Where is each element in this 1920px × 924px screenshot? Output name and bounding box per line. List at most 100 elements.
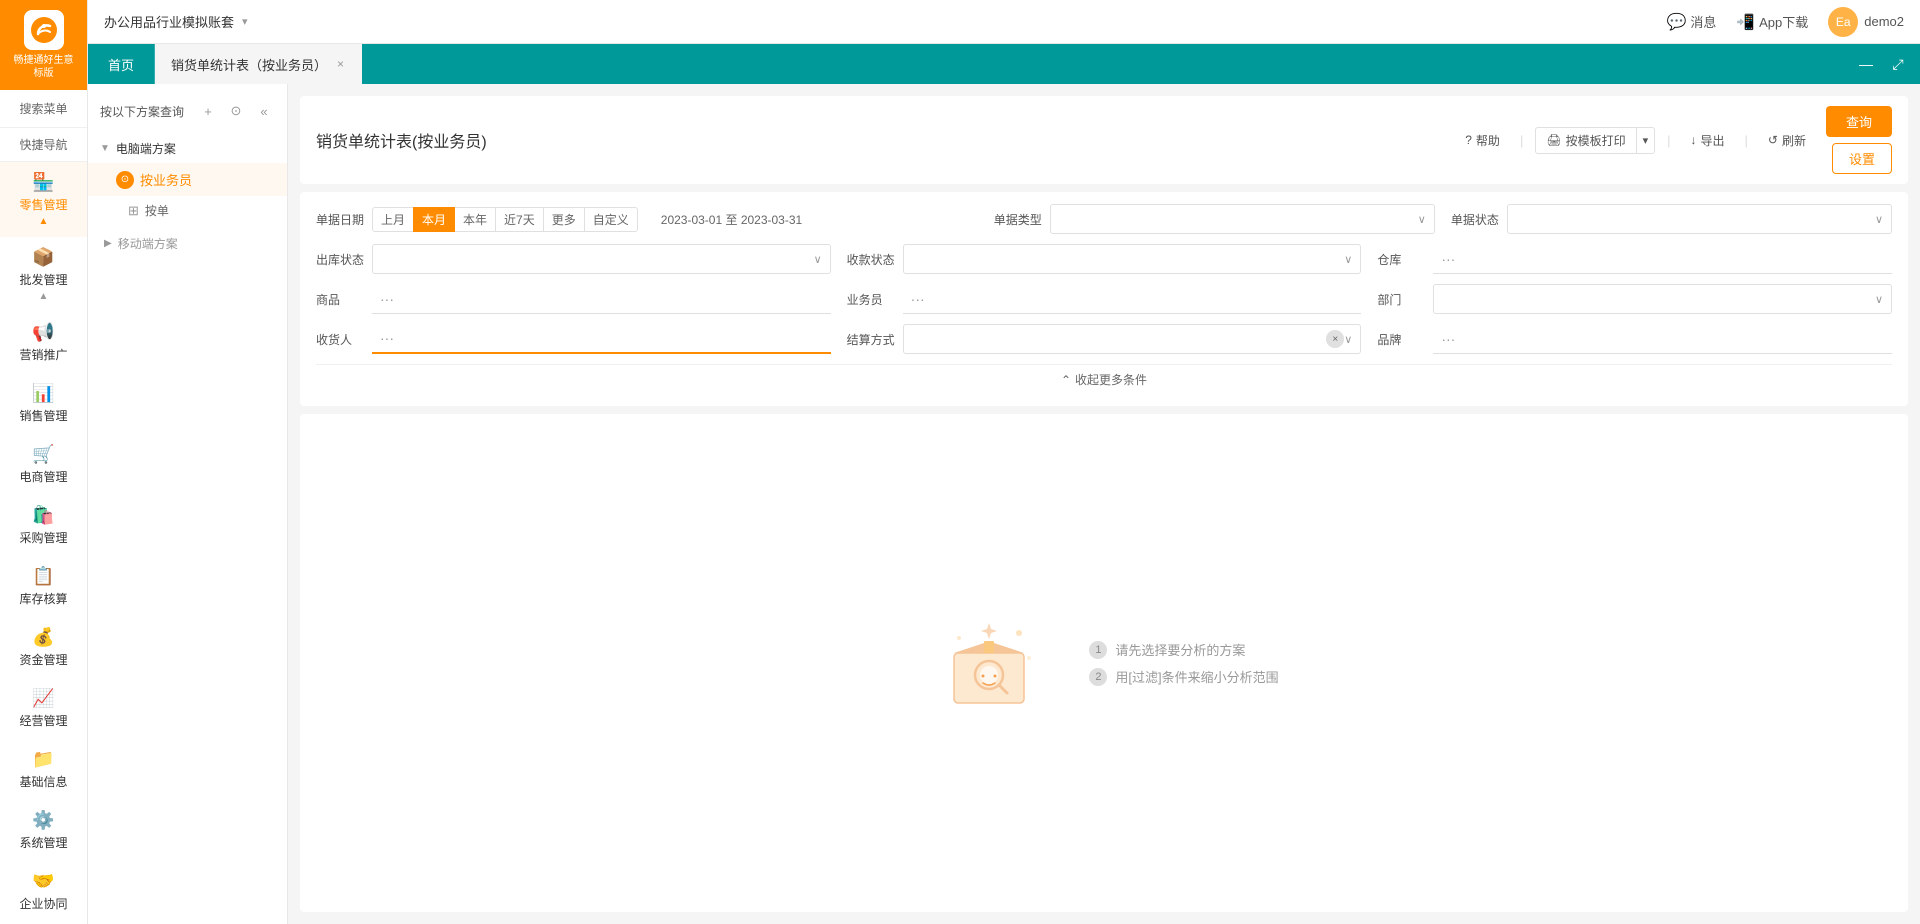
sidebar-item-marketing[interactable]: 📢 营销推广 (0, 312, 87, 373)
page-title-row: 销货单统计表(按业务员) ? 帮助 | 🖨 按模板打印 ▾ | (300, 96, 1908, 184)
system-icon: ⚙️ (32, 810, 54, 831)
warehouse-dots[interactable]: ··· (1437, 251, 1459, 267)
consignee-input[interactable]: ··· (372, 324, 831, 354)
refresh-btn[interactable]: ↺ 刷新 (1760, 128, 1814, 153)
workspace-title: 办公用品行业模拟账套 (104, 12, 234, 31)
workspace-dropdown[interactable]: ▾ (242, 15, 248, 28)
sidebar-item-ecommerce-label: 电商管理 (19, 468, 67, 485)
message-label: 消息 (1690, 12, 1716, 31)
panel-settings-btn[interactable]: ⊙ (225, 100, 247, 122)
retail-expand-arrow: ▲ (39, 216, 49, 227)
query-btn[interactable]: 查询 (1826, 106, 1892, 137)
app-logo[interactable]: 畅捷通好生意 标版 (0, 0, 87, 90)
panel-header-title: 按以下方案查询 (100, 103, 184, 120)
date-tab-this-month[interactable]: 本月 (413, 207, 455, 232)
download-icon: 📲 (1736, 13, 1755, 31)
filter-warehouse-field: 仓库 ··· (1377, 244, 1892, 274)
tab-home[interactable]: 首页 (88, 44, 155, 84)
date-tab-last-month[interactable]: 上月 (372, 207, 414, 232)
collapse-btn[interactable]: ⌃ 收起更多条件 (316, 364, 1892, 394)
export-btn[interactable]: ↓ 导出 (1683, 128, 1733, 153)
tree-item-salesperson[interactable]: ⊙ 按业务员 (88, 163, 287, 196)
empty-tips: 1 请先选择要分析的方案 2 用[过滤]条件来缩小分析范围 (1089, 640, 1278, 686)
sidebar-item-inventory[interactable]: 📋 库存核算 (0, 556, 87, 617)
order-label: 按单 (145, 202, 169, 219)
doctype-select[interactable]: ∨ (1050, 204, 1435, 234)
print-icon: 🖨 (1546, 133, 1561, 147)
doctype-arrow: ∨ (1418, 213, 1426, 226)
department-select[interactable]: ∨ (1433, 284, 1892, 314)
mobile-group-label: 移动端方案 (118, 235, 178, 252)
tab-active[interactable]: 销货单统计表（按业务员） × (155, 44, 362, 84)
salesperson-dots[interactable]: ··· (907, 291, 929, 307)
date-tab-more[interactable]: 更多 (543, 207, 585, 232)
tree-group-mobile[interactable]: ▶ 移动端方案 (88, 229, 287, 258)
consignee-dots[interactable]: ··· (376, 330, 398, 346)
sidebar-item-purchase[interactable]: 🛍️ 采购管理 (0, 495, 87, 556)
enterprise-icon: 🤝 (32, 871, 54, 892)
sidebar-item-wholesale[interactable]: 📦 批发管理 ▲ (0, 237, 87, 312)
panel-header: 按以下方案查询 + ⊙ « (88, 92, 287, 130)
sidebar-item-operations[interactable]: 📈 经营管理 (0, 678, 87, 739)
brand-input[interactable]: ··· (1433, 324, 1892, 354)
shipstatus-arrow: ∨ (814, 253, 822, 266)
sidebar-item-enterprise-label: 企业协同 (19, 895, 67, 912)
goods-input[interactable]: ··· (372, 284, 831, 314)
filter-shipstatus-field: 出库状态 ∨ (316, 244, 831, 274)
tab-maximize-btn[interactable]: ⤢ (1884, 50, 1912, 78)
tab-close-btn[interactable]: × (335, 55, 346, 73)
settlement-clear-btn[interactable]: × (1326, 330, 1344, 348)
filter-brand-field: 品牌 ··· (1377, 324, 1892, 354)
print-btn[interactable]: 🖨 按模板打印 (1536, 128, 1636, 153)
message-icon: 💬 (1666, 12, 1686, 32)
warehouse-input[interactable]: ··· (1433, 244, 1892, 274)
sidebar-item-finance[interactable]: 💰 资金管理 (0, 617, 87, 678)
sidebar-item-enterprise[interactable]: 🤝 企业协同 (0, 861, 87, 922)
tip-item-2: 2 用[过滤]条件来缩小分析范围 (1089, 667, 1278, 686)
search-menu[interactable]: 搜索菜单 (0, 90, 87, 128)
filter-row-1: 单据日期 上月 本月 本年 近7天 更多 自定义 2023-03-01 至 20… (316, 204, 1892, 234)
goods-label: 商品 (316, 291, 372, 308)
sidebar-item-ecommerce[interactable]: 🛒 电商管理 (0, 434, 87, 495)
help-btn[interactable]: ? 帮助 (1457, 128, 1508, 153)
sidebar-item-system[interactable]: ⚙️ 系统管理 (0, 800, 87, 861)
date-tab-7days[interactable]: 近7天 (495, 207, 544, 232)
print-btn-group: 🖨 按模板打印 ▾ (1535, 127, 1655, 154)
salesperson-input[interactable]: ··· (903, 284, 1362, 314)
date-tab-custom[interactable]: 自定义 (584, 207, 638, 232)
quick-nav[interactable]: 快捷导航 (0, 128, 87, 162)
sidebar-item-inventory-label: 库存核算 (19, 590, 67, 607)
panel-collapse-btn[interactable]: « (253, 100, 275, 122)
receiptstatus-select[interactable]: ∨ (903, 244, 1362, 274)
divider3: | (1745, 133, 1748, 148)
panel-add-btn[interactable]: + (197, 100, 219, 122)
sidebar-item-sales[interactable]: 📊 销售管理 (0, 373, 87, 434)
pc-group-arrow: ▼ (100, 143, 110, 154)
print-dropdown-btn[interactable]: ▾ (1637, 130, 1655, 151)
settlement-select[interactable]: × ∨ (903, 324, 1362, 354)
mobile-group-arrow: ▶ (104, 238, 112, 249)
date-tab-this-year[interactable]: 本年 (454, 207, 496, 232)
tree-sub-item-order[interactable]: ⊞ 按单 (88, 196, 287, 225)
app-download-action[interactable]: 📲 App下载 (1736, 12, 1808, 31)
shipstatus-select[interactable]: ∨ (372, 244, 831, 274)
sidebar-item-finance-label: 资金管理 (19, 651, 67, 668)
order-icon: ⊞ (128, 203, 139, 219)
filter-salesperson-field: 业务员 ··· (847, 284, 1362, 314)
tab-bar: 首页 销货单统计表（按业务员） × — ⤢ (88, 44, 1920, 84)
tab-minimize-btn[interactable]: — (1852, 50, 1880, 78)
goods-dots[interactable]: ··· (376, 291, 398, 307)
sidebar-item-retail[interactable]: 🏪 零售管理 ▲ (0, 162, 87, 237)
docstatus-select[interactable]: ∨ (1507, 204, 1892, 234)
warehouse-label: 仓库 (1377, 251, 1433, 268)
wholesale-expand-arrow: ▲ (39, 291, 49, 302)
right-content: 销货单统计表(按业务员) ? 帮助 | 🖨 按模板打印 ▾ | (288, 84, 1920, 924)
export-label: 导出 (1701, 132, 1725, 149)
message-action[interactable]: 💬 消息 (1666, 12, 1716, 32)
settings-btn[interactable]: 设置 (1832, 143, 1892, 174)
brand-dots[interactable]: ··· (1437, 331, 1459, 347)
sidebar-item-basic[interactable]: 📁 基础信息 (0, 739, 87, 800)
tree-group-pc[interactable]: ▼ 电脑端方案 (88, 134, 287, 163)
collapse-label: 收起更多条件 (1075, 371, 1147, 388)
user-profile[interactable]: Ea demo2 (1828, 7, 1904, 37)
